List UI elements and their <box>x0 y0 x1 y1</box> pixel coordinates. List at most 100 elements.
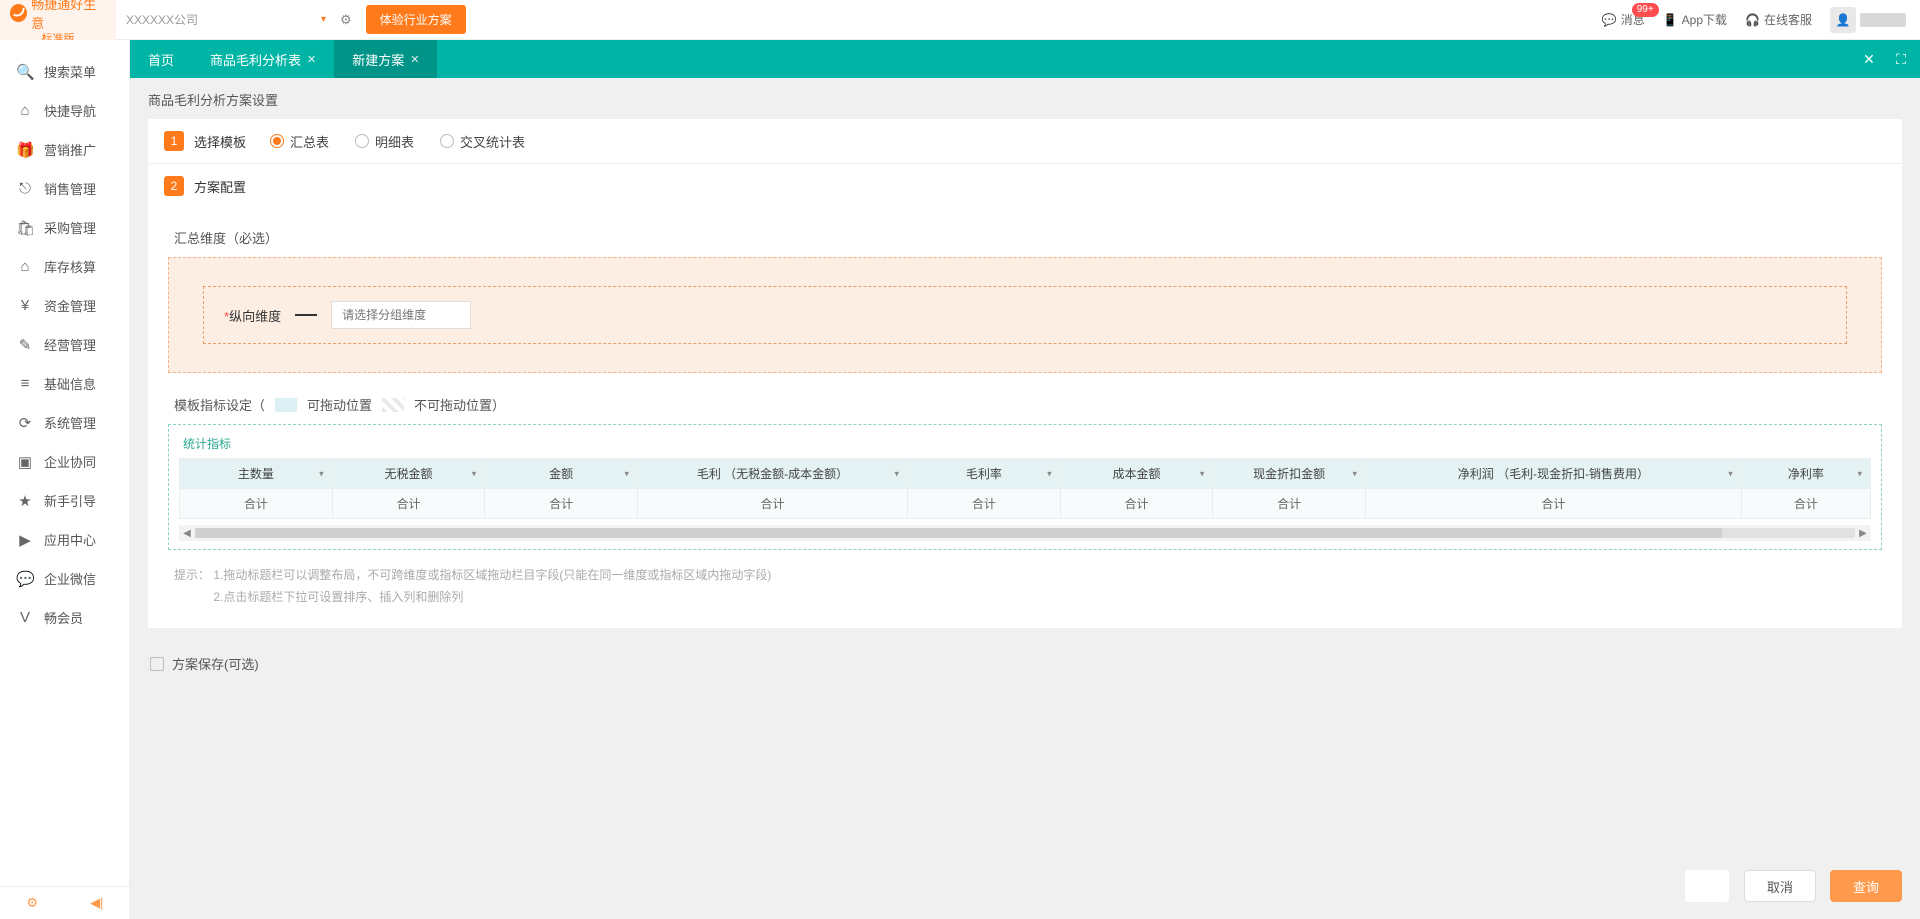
sidebar-settings-icon[interactable]: ⚙ <box>0 887 65 919</box>
metrics-box: 统计指标 主数量▾无税金额▾金额▾毛利 （无税金额-成本金额）▾毛利率▾成本金额… <box>168 424 1882 550</box>
top-bar: 畅捷通好生意 标准版 XXXXXX公司 ▾ ⚙ 体验行业方案 💬 消息 99+ … <box>0 0 1920 40</box>
sidebar-item-9[interactable]: ⟳系统管理 <box>0 403 129 442</box>
step-2-title: 方案配置 <box>194 177 246 196</box>
sidebar-item-6[interactable]: ¥资金管理 <box>0 286 129 325</box>
messages-link[interactable]: 💬 消息 99+ <box>1602 11 1645 28</box>
cancel-button[interactable]: 取消 <box>1744 870 1816 902</box>
metrics-sum-cell: 合计 <box>180 489 333 519</box>
tab-2[interactable]: 新建方案 ✕ <box>334 40 437 78</box>
footer-actions: 取消 查询 <box>1684 869 1902 903</box>
draggable-swatch-icon <box>275 398 297 412</box>
username <box>1860 13 1906 27</box>
metrics-column-header[interactable]: 无税金额▾ <box>332 459 485 489</box>
metrics-column-header[interactable]: 现金折扣金额▾ <box>1213 459 1366 489</box>
avatar-icon: 👤 <box>1830 7 1856 33</box>
sidebar-icon: 🔍 <box>16 63 34 81</box>
sidebar-item-4[interactable]: 🛍采购管理 <box>0 208 129 247</box>
sidebar-item-5[interactable]: ⌂库存核算 <box>0 247 129 286</box>
sidebar-item-label: 销售管理 <box>44 179 96 198</box>
locked-swatch-icon <box>382 398 404 412</box>
company-select[interactable]: XXXXXX公司 ▾ <box>126 7 326 33</box>
step-1-row: 1 选择模板 汇总表明细表交叉统计表 <box>148 119 1902 164</box>
column-label: 成本金额 <box>1113 467 1161 481</box>
tab-fullscreen-icon[interactable]: ⛶ <box>1888 46 1914 72</box>
sidebar-item-label: 应用中心 <box>44 530 96 549</box>
chevron-down-icon[interactable]: ▾ <box>319 468 324 479</box>
metrics-column-header[interactable]: 主数量▾ <box>180 459 333 489</box>
sidebar-icon: ▣ <box>16 453 34 471</box>
tab-close-icon[interactable]: ✕ <box>307 53 316 66</box>
chevron-down-icon[interactable]: ▾ <box>1857 468 1862 479</box>
sidebar-item-1[interactable]: ⌂ 快捷导航 <box>0 91 129 130</box>
tab-1[interactable]: 商品毛利分析表✕ <box>192 40 334 78</box>
brand-icon <box>10 4 27 22</box>
support-label: 在线客服 <box>1764 11 1812 28</box>
hint-1: 1.拖动标题栏可以调整布局，不可跨维度或指标区域拖动栏目字段(只能在同一维度或指… <box>213 568 771 582</box>
settings-gear-icon[interactable]: ⚙ <box>340 12 352 28</box>
horizontal-scrollbar[interactable]: ◀ ▶ <box>179 525 1871 541</box>
sidebar-item-14[interactable]: V畅会员 <box>0 598 129 637</box>
metrics-column-header[interactable]: 毛利率▾ <box>908 459 1061 489</box>
metrics-sum-cell: 合计 <box>1213 489 1366 519</box>
metrics-column-header[interactable]: 净利润 （毛利-现金折扣-销售费用）▾ <box>1366 459 1742 489</box>
save-option-label: 方案保存(可选) <box>172 654 259 673</box>
query-button[interactable]: 查询 <box>1830 870 1902 902</box>
template-radio-2[interactable]: 交叉统计表 <box>440 132 525 151</box>
sidebar-item-7[interactable]: ✎经营管理 <box>0 325 129 364</box>
sidebar-item-2[interactable]: 🎁营销推广 <box>0 130 129 169</box>
chevron-down-icon[interactable]: ▾ <box>1728 468 1733 479</box>
sidebar-collapse-icon[interactable]: ◀| <box>65 887 130 919</box>
sidebar-item-8[interactable]: ≡基础信息 <box>0 364 129 403</box>
tab-label: 首页 <box>148 50 174 69</box>
chevron-down-icon[interactable]: ▾ <box>472 468 477 479</box>
sidebar-item-13[interactable]: 💬企业微信 <box>0 559 129 598</box>
support-link[interactable]: 🎧 在线客服 <box>1745 11 1812 28</box>
hints-block: 提示： 1.拖动标题栏可以调整布局，不可跨维度或指标区域拖动栏目字段(只能在同一… <box>174 564 1882 608</box>
sidebar-item-label: 采购管理 <box>44 218 96 237</box>
tab-close-all-icon[interactable]: ✕ <box>1856 46 1882 72</box>
tab-label: 新建方案 <box>352 50 404 69</box>
sidebar-item-11[interactable]: ★新手引导 <box>0 481 129 520</box>
sidebar-item-label: 快捷导航 <box>44 101 96 120</box>
metrics-column-header[interactable]: 成本金额 ▾ <box>1060 459 1213 489</box>
scroll-right-icon[interactable]: ▶ <box>1855 528 1871 539</box>
sidebar-item-10[interactable]: ▣ 企业协同 <box>0 442 129 481</box>
tab-close-icon[interactable]: ✕ <box>410 53 419 66</box>
sidebar-icon: ⟳ <box>16 414 34 432</box>
metrics-column-header[interactable]: 净利率▾ <box>1741 459 1870 489</box>
tab-0[interactable]: 首页 <box>130 40 192 78</box>
sidebar-item-0[interactable]: 🔍搜索菜单 <box>0 52 129 91</box>
chevron-down-icon[interactable]: ▾ <box>624 468 629 479</box>
connector-line-icon <box>295 314 317 316</box>
template-radio-0[interactable]: 汇总表 <box>270 132 329 151</box>
user-menu[interactable]: 👤 <box>1830 7 1906 33</box>
metrics-column-header[interactable]: 金额▾ <box>485 459 638 489</box>
app-download-link[interactable]: 📱 App下载 <box>1663 11 1727 28</box>
sidebar-icon: ▶ <box>16 531 34 549</box>
template-radio-1[interactable]: 明细表 <box>355 132 414 151</box>
chevron-down-icon[interactable]: ▾ <box>1200 468 1205 479</box>
trial-button[interactable]: 体验行业方案 <box>366 5 466 34</box>
metrics-sum-cell: 合计 <box>1060 489 1213 519</box>
save-checkbox[interactable] <box>150 657 164 671</box>
sidebar-icon: ⌂ <box>16 102 34 119</box>
sidebar-item-label: 企业协同 <box>44 452 96 471</box>
chevron-down-icon[interactable]: ▾ <box>895 468 900 479</box>
app-download-label: App下载 <box>1682 11 1727 28</box>
chevron-down-icon[interactable]: ▾ <box>1047 468 1052 479</box>
chevron-down-icon: ▾ <box>321 14 326 25</box>
sidebar-item-3[interactable]: ⎋销售管理 <box>0 169 129 208</box>
scroll-left-icon[interactable]: ◀ <box>179 528 195 539</box>
metrics-column-header[interactable]: 毛利 （无税金额-成本金额）▾ <box>637 459 907 489</box>
dimension-select[interactable] <box>331 301 471 329</box>
chevron-down-icon[interactable]: ▾ <box>1352 468 1357 479</box>
brand-name: 畅捷通好生意 <box>31 0 106 32</box>
footer-placeholder <box>1684 869 1730 903</box>
page-title: 商品毛利分析方案设置 <box>130 78 1920 119</box>
legend-drag-label: 可拖动位置 <box>307 395 372 414</box>
sidebar-item-12[interactable]: ▶ 应用中心 <box>0 520 129 559</box>
metrics-title: 统计指标 <box>183 435 1871 452</box>
sidebar-item-label: 库存核算 <box>44 257 96 276</box>
tab-bar: 首页商品毛利分析表✕ 新建方案 ✕ ✕ ⛶ <box>130 40 1920 78</box>
sidebar-item-label: 企业微信 <box>44 569 96 588</box>
